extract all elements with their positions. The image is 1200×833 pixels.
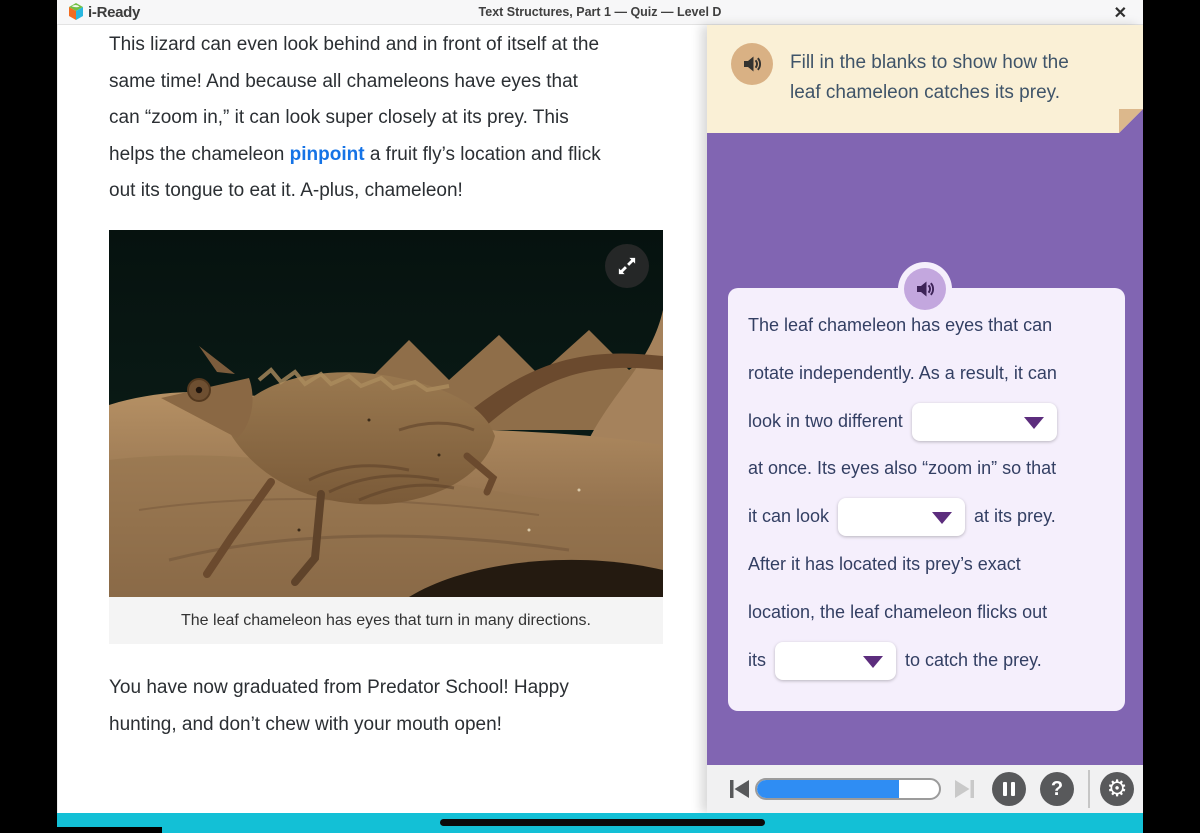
- chevron-down-icon: [863, 655, 884, 668]
- text-line: After it has located its prey’s exact: [748, 541, 1108, 589]
- expand-image-button[interactable]: [605, 244, 649, 288]
- text-run: After it has located its prey’s exact: [748, 553, 1021, 574]
- text-line: can “zoom in,” it can look super closely…: [109, 100, 663, 137]
- text-line: hunting, and don’t chew with your mouth …: [109, 707, 663, 744]
- question-text: The leaf chameleon has eyes that can rota…: [748, 302, 1108, 684]
- prompt-box: Fill in the blanks to show how the leaf c…: [707, 25, 1143, 133]
- playback-controls: ? ⚙: [707, 765, 1143, 813]
- prompt-corner-fold-icon: [1119, 109, 1143, 133]
- chameleon-photo-art: [109, 230, 663, 597]
- bottom-left-edge: [57, 827, 162, 833]
- question-panel: Fill in the blanks to show how the leaf c…: [707, 25, 1143, 813]
- progress-fill: [757, 780, 899, 798]
- chameleon-figure: The leaf chameleon has eyes that turn in…: [109, 230, 663, 644]
- prompt-audio-button[interactable]: [731, 43, 773, 85]
- prompt-text: Fill in the blanks to show how the leaf c…: [790, 48, 1120, 108]
- text-line: look in two different: [748, 398, 1108, 446]
- text-run: hunting, and don’t chew with your mouth …: [109, 713, 502, 735]
- answer-dropdown-2[interactable]: [838, 498, 966, 537]
- chameleon-photo: [109, 230, 663, 597]
- figure-caption: The leaf chameleon has eyes that turn in…: [109, 597, 663, 644]
- text-line: its to catch the prey.: [748, 637, 1108, 685]
- text-run: look in two different: [748, 410, 908, 431]
- text-run: at once. Its eyes also “zoom in” so that: [748, 458, 1057, 479]
- speaker-icon: [917, 281, 935, 297]
- expand-arrows-icon: [618, 257, 636, 275]
- text-line: at once. Its eyes also “zoom in” so that: [748, 445, 1108, 493]
- question-audio-circle: [904, 268, 946, 310]
- text-run: Fill in the blanks to show how the: [790, 52, 1069, 73]
- text-run: location, the leaf chameleon flicks out: [748, 601, 1048, 622]
- settings-button[interactable]: ⚙: [1100, 772, 1134, 806]
- text-run: its: [748, 649, 772, 670]
- bottom-bar: [57, 813, 1143, 833]
- answer-dropdown-3[interactable]: [775, 641, 897, 680]
- text-line: This lizard can even look behind and in …: [109, 27, 663, 64]
- text-run: it can look: [748, 506, 835, 527]
- text-line: leaf chameleon catches its prey.: [790, 78, 1120, 108]
- text-run: same time! And because all chameleons ha…: [109, 70, 578, 92]
- vocab-link-pinpoint[interactable]: pinpoint: [290, 144, 365, 165]
- text-run: to catch the prey.: [900, 649, 1042, 670]
- speaker-icon: [744, 56, 762, 72]
- app-screen: i-Ready Text Structures, Part 1 — Quiz —…: [0, 0, 1200, 833]
- close-icon[interactable]: ✕: [1108, 1, 1133, 25]
- text-run: leaf chameleon catches its prey.: [790, 82, 1061, 103]
- text-run: This lizard can even look behind and in …: [109, 34, 600, 55]
- passage-paragraph-1: This lizard can even look behind and in …: [109, 27, 663, 210]
- text-run: You have now graduated from Predator Sch…: [109, 677, 569, 698]
- text-run: The leaf chameleon has eyes that can: [748, 315, 1053, 335]
- answer-dropdown-1[interactable]: [911, 402, 1057, 441]
- chevron-down-icon: [932, 512, 953, 525]
- text-run: helps the chameleon: [109, 143, 290, 165]
- text-line: helps the chameleon pinpoint a fruit fly…: [109, 137, 663, 174]
- pause-icon: [1003, 782, 1015, 796]
- header-bar: i-Ready Text Structures, Part 1 — Quiz —…: [57, 0, 1143, 25]
- help-button[interactable]: ?: [1040, 772, 1074, 806]
- passage-panel: This lizard can even look behind and in …: [57, 25, 707, 813]
- skip-to-start-icon[interactable]: [727, 777, 753, 806]
- text-line: it can look at its prey.: [748, 493, 1108, 541]
- text-line: You have now graduated from Predator Sch…: [109, 670, 663, 707]
- text-run: can “zoom in,” it can look super closely…: [109, 107, 569, 128]
- quiz-title: Text Structures, Part 1 — Quiz — Level D: [478, 5, 722, 19]
- text-line: Fill in the blanks to show how the: [790, 48, 1120, 78]
- text-line: out its tongue to eat it. A-plus, chamel…: [109, 173, 663, 210]
- text-run: at its prey.: [969, 506, 1056, 527]
- skip-to-end-icon[interactable]: [951, 777, 977, 806]
- question-audio-button[interactable]: [898, 262, 952, 316]
- home-indicator[interactable]: [440, 819, 765, 826]
- text-line: location, the leaf chameleon flicks out: [748, 589, 1108, 637]
- text-run: out its tongue to eat it. A-plus, chamel…: [109, 180, 463, 201]
- progress-bar[interactable]: [755, 778, 941, 800]
- question-background: The leaf chameleon has eyes that can rota…: [707, 133, 1143, 765]
- text-run: rotate independently. As a result, it ca…: [748, 362, 1057, 383]
- controls-divider: [1088, 770, 1090, 808]
- chevron-down-icon: [1023, 416, 1044, 429]
- question-card: The leaf chameleon has eyes that can rota…: [728, 288, 1125, 711]
- pause-button[interactable]: [992, 772, 1026, 806]
- text-line: same time! And because all chameleons ha…: [109, 64, 663, 101]
- text-run: a fruit fly’s location and flick: [364, 143, 601, 165]
- gear-icon: ⚙: [1106, 775, 1128, 802]
- text-line: rotate independently. As a result, it ca…: [748, 350, 1108, 398]
- question-mark-icon: ?: [1050, 777, 1064, 800]
- passage-paragraph-2: You have now graduated from Predator Sch…: [109, 670, 663, 743]
